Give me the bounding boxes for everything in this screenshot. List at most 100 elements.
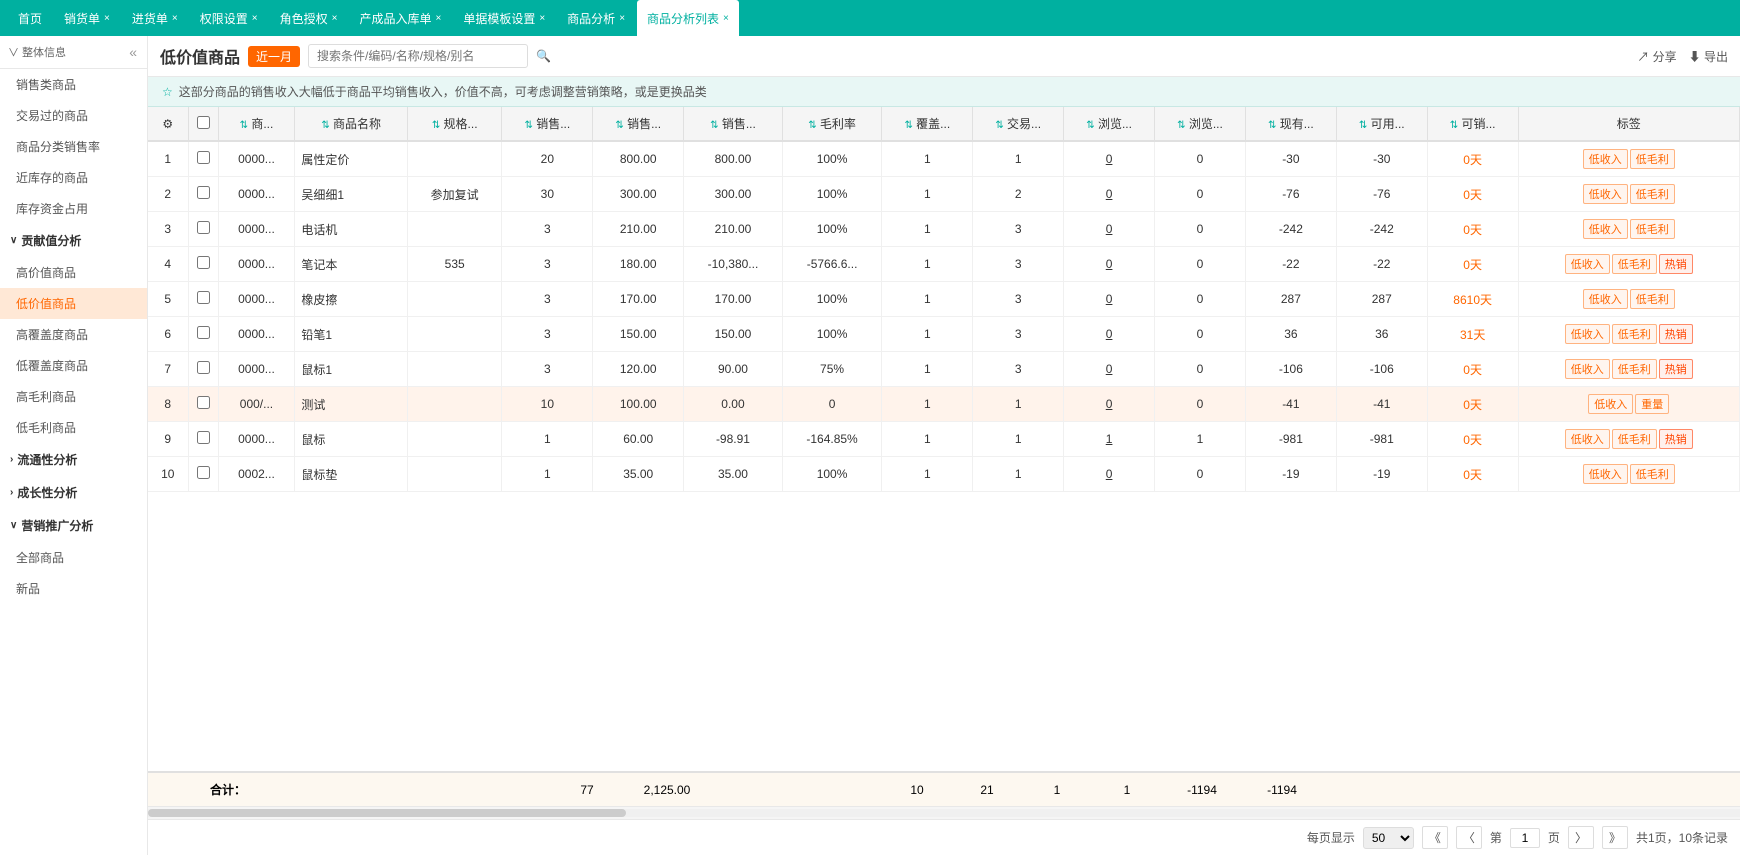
sidebar-item-all-products[interactable]: 全部商品	[0, 542, 147, 573]
cell-view1[interactable]: 0	[1064, 387, 1155, 422]
close-icon[interactable]: ×	[172, 13, 178, 24]
row-checkbox[interactable]	[197, 431, 210, 444]
search-icon[interactable]: 🔍	[536, 49, 551, 63]
close-icon[interactable]: ×	[252, 13, 258, 24]
nav-sales-order[interactable]: 销货单 ×	[54, 0, 120, 36]
nav-permission-settings[interactable]: 权限设置 ×	[190, 0, 268, 36]
share-button[interactable]: ↗ 分享	[1637, 48, 1676, 65]
cell-checkbox[interactable]	[188, 317, 218, 352]
col-margin[interactable]: ⇅ 毛利率	[782, 107, 882, 141]
cell-checkbox[interactable]	[188, 352, 218, 387]
row-checkbox[interactable]	[197, 151, 210, 164]
sidebar-item-low-margin[interactable]: 低毛利商品	[0, 412, 147, 443]
export-button[interactable]: ⬇ 导出	[1689, 48, 1728, 65]
cell-view1[interactable]: 0	[1064, 317, 1155, 352]
nav-template-settings[interactable]: 单据模板设置 ×	[453, 0, 555, 36]
sidebar-group-growth[interactable]: ›成长性分析	[0, 476, 147, 509]
nav-product-analysis-list[interactable]: 商品分析列表 ×	[637, 0, 739, 36]
row-checkbox[interactable]	[197, 186, 210, 199]
col-name[interactable]: ⇅ 商品名称	[295, 107, 408, 141]
cell-view1[interactable]: 0	[1064, 352, 1155, 387]
search-input[interactable]	[308, 44, 528, 68]
sidebar-group-circulation[interactable]: ›流通性分析	[0, 443, 147, 476]
cell-view1[interactable]: 1	[1064, 422, 1155, 457]
cell-view1[interactable]: 0	[1064, 177, 1155, 212]
close-icon[interactable]: ×	[104, 13, 110, 24]
sidebar-item-low-coverage[interactable]: 低覆盖度商品	[0, 350, 147, 381]
cell-view1[interactable]: 0	[1064, 141, 1155, 177]
sidebar-item-category-sales-rate[interactable]: 商品分类销售率	[0, 131, 147, 162]
close-icon[interactable]: ×	[723, 13, 729, 24]
close-icon[interactable]: ×	[619, 13, 625, 24]
view1-link[interactable]: 0	[1106, 467, 1113, 481]
scrollbar-thumb[interactable]	[148, 809, 626, 817]
col-sale-qty[interactable]: ⇅ 销售...	[502, 107, 593, 141]
sidebar-group-marketing[interactable]: ∨营销推广分析	[0, 509, 147, 542]
col-stock-saleable[interactable]: ⇅ 可销...	[1427, 107, 1518, 141]
date-filter-button[interactable]: 近一月	[248, 46, 300, 67]
close-icon[interactable]: ×	[539, 13, 545, 24]
view1-link[interactable]: 0	[1106, 152, 1113, 166]
nav-product-analysis[interactable]: 商品分析 ×	[557, 0, 635, 36]
col-view2[interactable]: ⇅ 浏览...	[1155, 107, 1246, 141]
col-transaction[interactable]: ⇅ 交易...	[973, 107, 1064, 141]
view1-link[interactable]: 0	[1106, 257, 1113, 271]
last-page-button[interactable]: 》	[1602, 826, 1628, 849]
view1-link[interactable]: 0	[1106, 327, 1113, 341]
per-page-select[interactable]: 50 20 100	[1363, 827, 1414, 849]
col-code[interactable]: ⇅ 商...	[218, 107, 295, 141]
page-number-input[interactable]	[1510, 828, 1540, 848]
cell-view1[interactable]: 0	[1064, 457, 1155, 492]
first-page-button[interactable]: 《	[1422, 826, 1448, 849]
cell-view1[interactable]: 0	[1064, 247, 1155, 282]
nav-purchase-order[interactable]: 进货单 ×	[122, 0, 188, 36]
close-icon[interactable]: ×	[332, 13, 338, 24]
sidebar-item-high-coverage[interactable]: 高覆盖度商品	[0, 319, 147, 350]
col-checkbox[interactable]	[188, 107, 218, 141]
row-checkbox[interactable]	[197, 396, 210, 409]
row-checkbox[interactable]	[197, 326, 210, 339]
next-page-button[interactable]: 〉	[1568, 826, 1594, 849]
sidebar-item-traded-products[interactable]: 交易过的商品	[0, 100, 147, 131]
prev-page-button[interactable]: 〈	[1456, 826, 1482, 849]
cell-checkbox[interactable]	[188, 282, 218, 317]
row-checkbox[interactable]	[197, 256, 210, 269]
nav-role-auth[interactable]: 角色授权 ×	[270, 0, 348, 36]
col-spec[interactable]: ⇅ 规格...	[407, 107, 501, 141]
col-coverage[interactable]: ⇅ 覆盖...	[882, 107, 973, 141]
view1-link[interactable]: 0	[1106, 397, 1113, 411]
sidebar-collapse-button[interactable]: «	[127, 42, 139, 62]
sidebar-item-high-margin[interactable]: 高毛利商品	[0, 381, 147, 412]
nav-home[interactable]: 首页	[8, 0, 52, 36]
cell-checkbox[interactable]	[188, 247, 218, 282]
cell-view1[interactable]: 0	[1064, 212, 1155, 247]
cell-checkbox[interactable]	[188, 177, 218, 212]
close-icon[interactable]: ×	[435, 13, 441, 24]
horizontal-scrollbar[interactable]	[148, 809, 1740, 817]
col-sale-price[interactable]: ⇅ 销售...	[593, 107, 684, 141]
view1-link[interactable]: 1	[1106, 432, 1113, 446]
col-stock-available[interactable]: ⇅ 可用...	[1336, 107, 1427, 141]
nav-product-warehouse[interactable]: 产成品入库单 ×	[349, 0, 451, 36]
table-wrapper[interactable]: ⚙ ⇅ 商... ⇅ 商品名称 ⇅ 规格... ⇅ 销售... ⇅ 销售... …	[148, 107, 1740, 771]
cell-checkbox[interactable]	[188, 141, 218, 177]
view1-link[interactable]: 0	[1106, 222, 1113, 236]
col-sale-amount[interactable]: ⇅ 销售...	[684, 107, 783, 141]
sidebar-item-high-value[interactable]: 高价值商品	[0, 257, 147, 288]
sidebar-item-low-value[interactable]: 低价值商品	[0, 288, 147, 319]
view1-link[interactable]: 0	[1106, 187, 1113, 201]
sidebar-item-new-products[interactable]: 新品	[0, 573, 147, 604]
sidebar-item-sales-products[interactable]: 销售类商品	[0, 69, 147, 100]
row-checkbox[interactable]	[197, 466, 210, 479]
row-checkbox[interactable]	[197, 291, 210, 304]
col-stock-current[interactable]: ⇅ 现有...	[1245, 107, 1336, 141]
cell-checkbox[interactable]	[188, 457, 218, 492]
col-view1[interactable]: ⇅ 浏览...	[1064, 107, 1155, 141]
sidebar-item-stock-capital[interactable]: 库存资金占用	[0, 193, 147, 224]
cell-checkbox[interactable]	[188, 212, 218, 247]
select-all-checkbox[interactable]	[197, 116, 210, 129]
view1-link[interactable]: 0	[1106, 292, 1113, 306]
cell-checkbox[interactable]	[188, 422, 218, 457]
row-checkbox[interactable]	[197, 221, 210, 234]
cell-checkbox[interactable]	[188, 387, 218, 422]
